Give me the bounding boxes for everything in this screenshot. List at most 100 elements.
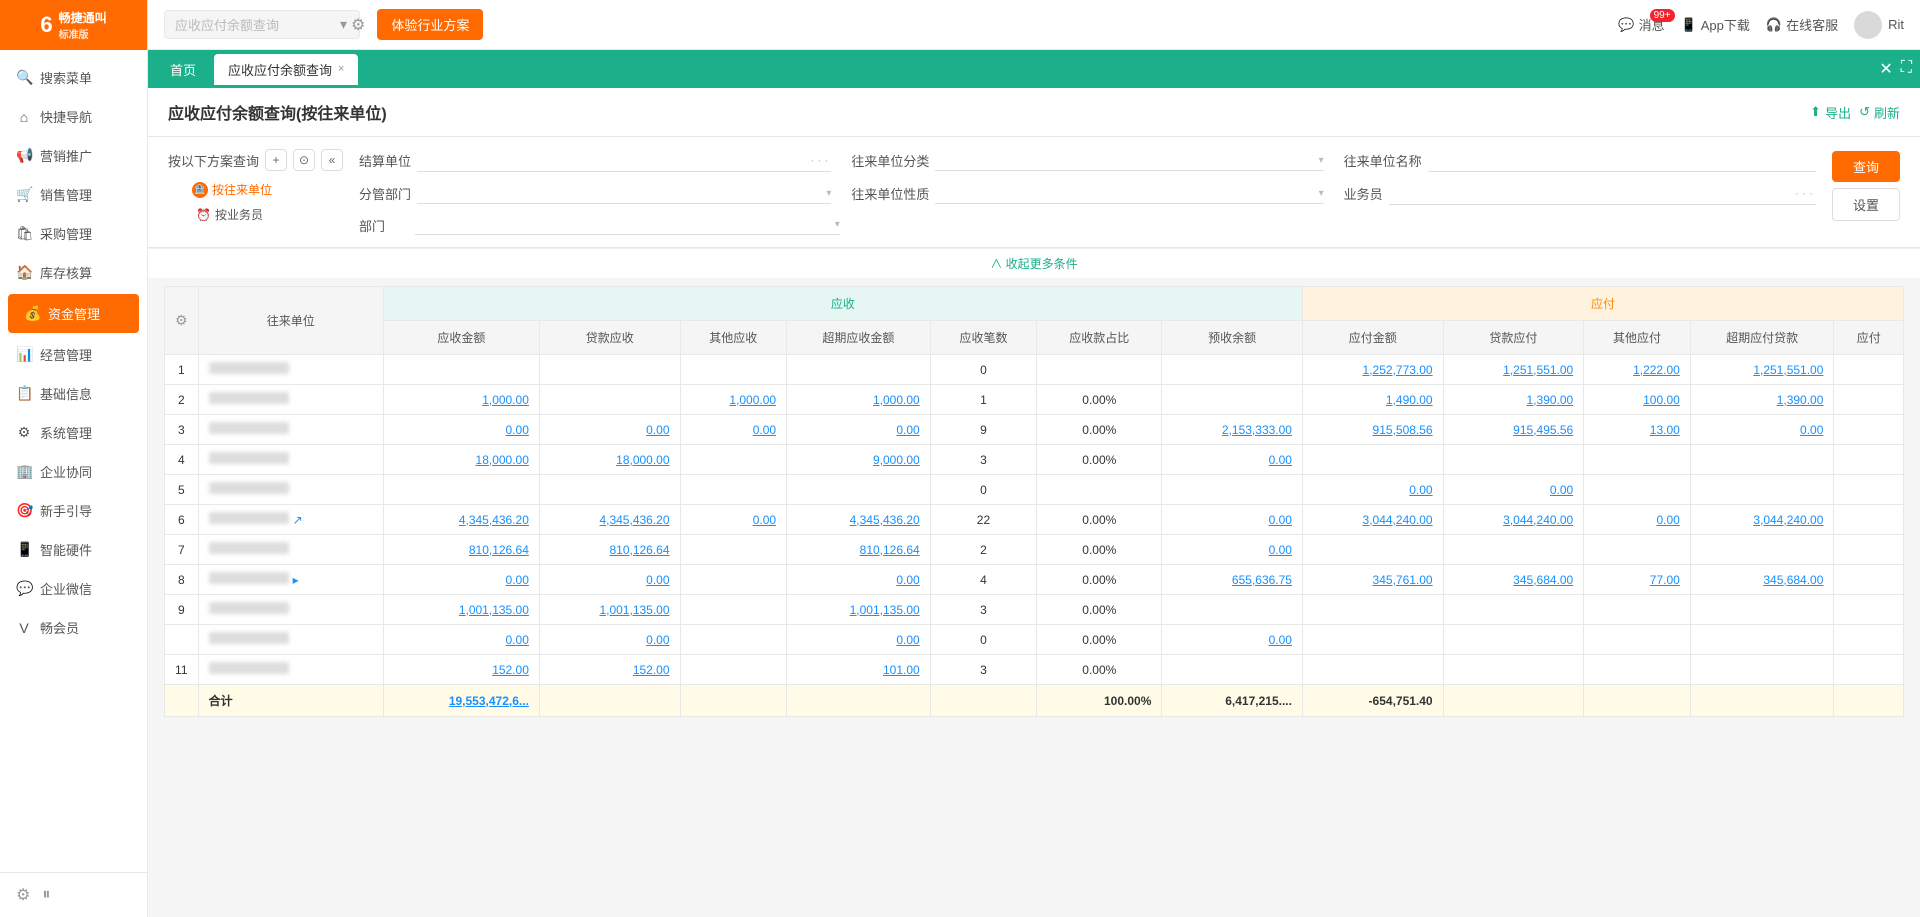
cell-link-overdue_ar[interactable]: 4,345,436.20 (850, 513, 920, 527)
cell-link-prepay[interactable]: 655,636.75 (1232, 573, 1292, 587)
filter-by-staff[interactable]: ⏰ 按业务员 (192, 206, 343, 223)
cell-link-loan_ar[interactable]: 4,345,436.20 (599, 513, 669, 527)
settlement-unit-input[interactable]: ··· (417, 149, 831, 172)
cell-link-other_ap[interactable]: 1,222.00 (1633, 363, 1680, 377)
filter-by-partner[interactable]: 🏦 按往来单位 (192, 181, 343, 198)
cell-link-ar[interactable]: 0.00 (506, 633, 529, 647)
filter-settings-btn[interactable]: ⊙ (293, 149, 315, 171)
cell-link-ap[interactable]: 915,508.56 (1373, 423, 1433, 437)
filter-collapse-btn[interactable]: « (321, 149, 343, 171)
app-download-button[interactable]: 📱 App下载 (1681, 15, 1750, 34)
branch-dept-input[interactable]: ▾ (415, 215, 840, 235)
cell-link-prepay[interactable]: 0.00 (1269, 543, 1292, 557)
cell-link-loan_ap[interactable]: 1,251,551.00 (1503, 363, 1573, 377)
cell-link-ar[interactable]: 18,000.00 (476, 453, 529, 467)
cell-link-ar[interactable]: 1,001,135.00 (459, 603, 529, 617)
tab-home[interactable]: 首页 (156, 54, 210, 85)
cell-link-ar[interactable]: 152.00 (492, 663, 529, 677)
cell-link-loan_ar[interactable]: 0.00 (646, 573, 669, 587)
setting-button[interactable]: 设置 (1832, 188, 1900, 221)
cell-link-ap[interactable]: 1,252,773.00 (1363, 363, 1433, 377)
cell-link-ar[interactable]: 0.00 (506, 423, 529, 437)
header-dropdown-icon[interactable]: ▾ (340, 16, 347, 33)
sidebar-item-marketing[interactable]: 📢 营销推广 (0, 136, 147, 175)
cell-link-overdue_ap[interactable]: 0.00 (1800, 423, 1823, 437)
dept-input[interactable]: ▾ (417, 184, 831, 204)
user-menu[interactable]: Rit (1854, 11, 1904, 39)
cell-link-loan_ar[interactable]: 810,126.64 (609, 543, 669, 557)
cell-link-overdue_ar[interactable]: 101.00 (883, 663, 920, 677)
online-service-button[interactable]: 🎧 在线客服 (1766, 15, 1838, 34)
sidebar-item-guide[interactable]: 🎯 新手引导 (0, 491, 147, 530)
footer-ar-link[interactable]: 19,553,472,6... (449, 694, 529, 708)
sidebar-item-finance[interactable]: 💰 资金管理 (8, 294, 139, 333)
query-button[interactable]: 查询 (1832, 151, 1900, 182)
cell-link-loan_ar[interactable]: 1,001,135.00 (599, 603, 669, 617)
cell-link-overdue_ar[interactable]: 0.00 (896, 573, 919, 587)
cell-link-ap[interactable]: 1,490.00 (1386, 393, 1433, 407)
cell-link-overdue_ar[interactable]: 0.00 (896, 633, 919, 647)
sidebar-item-inventory[interactable]: 🏠 库存核算 (0, 253, 147, 292)
cell-link-overdue_ap[interactable]: 1,390.00 (1777, 393, 1824, 407)
cell-link-other_ar[interactable]: 0.00 (753, 513, 776, 527)
header-gear-icon[interactable]: ⚙ (351, 15, 365, 35)
cell-link-other_ar[interactable]: 1,000.00 (729, 393, 776, 407)
staff-input[interactable]: ··· (1389, 182, 1816, 205)
sidebar-item-corp[interactable]: 🏢 企业协同 (0, 452, 147, 491)
sidebar-item-purchase[interactable]: 🛍 采购管理 (0, 214, 147, 253)
cell-link-overdue_ar[interactable]: 810,126.64 (860, 543, 920, 557)
header-search-box[interactable]: 应收应付余额查询 (164, 10, 360, 39)
cell-link-prepay[interactable]: 2,153,333.00 (1222, 423, 1292, 437)
sidebar-item-wechat[interactable]: 💬 企业微信 (0, 569, 147, 608)
cell-link-loan_ap[interactable]: 3,044,240.00 (1503, 513, 1573, 527)
sidebar-item-sales[interactable]: 🛒 销售管理 (0, 175, 147, 214)
tab-ar-balance[interactable]: 应收应付余额查询 × (214, 54, 358, 85)
messages-button[interactable]: 💬 消息 99+ (1618, 15, 1664, 34)
cell-link-overdue_ap[interactable]: 345,684.00 (1763, 573, 1823, 587)
cell-link-ar[interactable]: 1,000.00 (482, 393, 529, 407)
table-settings-icon[interactable]: ⚙ (175, 312, 188, 328)
cell-link-loan_ar[interactable]: 152.00 (633, 663, 670, 677)
cell-link-ap[interactable]: 0.00 (1409, 483, 1432, 497)
sidebar-item-operation[interactable]: 📊 经营管理 (0, 335, 147, 374)
export-button[interactable]: ⬆ 导出 (1810, 103, 1851, 122)
cell-link-overdue_ar[interactable]: 9,000.00 (873, 453, 920, 467)
settings-footer-icon[interactable]: ⚙ (16, 885, 30, 905)
collapse-bar[interactable]: ∧ 收起更多条件 (148, 248, 1920, 278)
cell-link-overdue_ar[interactable]: 1,000.00 (873, 393, 920, 407)
cell-link-overdue_ar[interactable]: 0.00 (896, 423, 919, 437)
cell-link-other_ap[interactable]: 100.00 (1643, 393, 1680, 407)
cell-link-overdue_ap[interactable]: 3,044,240.00 (1753, 513, 1823, 527)
cell-link-loan_ap[interactable]: 345,684.00 (1513, 573, 1573, 587)
cell-link-other_ap[interactable]: 77.00 (1650, 573, 1680, 587)
cell-link-loan_ar[interactable]: 0.00 (646, 423, 669, 437)
partner-name-input[interactable] (1428, 149, 1816, 172)
sidebar-item-basic[interactable]: 📋 基础信息 (0, 374, 147, 413)
filter-add-btn[interactable]: + (265, 149, 287, 171)
cell-link-ap[interactable]: 3,044,240.00 (1363, 513, 1433, 527)
sidebar-item-search[interactable]: 🔍 搜索菜单 (0, 58, 147, 97)
promo-button[interactable]: 体验行业方案 (377, 9, 483, 40)
collapse-footer-icon[interactable]: ⏸ (42, 886, 50, 904)
sidebar-item-hardware[interactable]: 📱 智能硬件 (0, 530, 147, 569)
cell-link-prepay[interactable]: 0.00 (1269, 513, 1292, 527)
sidebar-item-member[interactable]: V 畅会员 (0, 608, 147, 647)
cell-link-loan_ap[interactable]: 915,495.56 (1513, 423, 1573, 437)
partner-nature-input[interactable]: ▾ (935, 184, 1323, 204)
tab-close-icon[interactable]: × (338, 63, 344, 75)
sidebar-item-system[interactable]: ⚙ 系统管理 (0, 413, 147, 452)
cell-link-ar[interactable]: 810,126.64 (469, 543, 529, 557)
sidebar-item-quick[interactable]: ⌂ 快捷导航 (0, 97, 147, 136)
cell-link-overdue_ar[interactable]: 1,001,135.00 (850, 603, 920, 617)
tab-close-window-icon[interactable]: ✕ (1879, 59, 1892, 79)
cell-link-ap[interactable]: 345,761.00 (1373, 573, 1433, 587)
cell-link-loan_ar[interactable]: 18,000.00 (616, 453, 669, 467)
cell-link-loan_ar[interactable]: 0.00 (646, 633, 669, 647)
partner-category-input[interactable]: ▾ (935, 151, 1323, 171)
cell-link-other_ar[interactable]: 0.00 (753, 423, 776, 437)
cell-link-other_ap[interactable]: 0.00 (1656, 513, 1679, 527)
cell-link-prepay[interactable]: 0.00 (1269, 633, 1292, 647)
cell-link-ar[interactable]: 4,345,436.20 (459, 513, 529, 527)
cell-link-overdue_ap[interactable]: 1,251,551.00 (1753, 363, 1823, 377)
cell-link-loan_ap[interactable]: 0.00 (1550, 483, 1573, 497)
